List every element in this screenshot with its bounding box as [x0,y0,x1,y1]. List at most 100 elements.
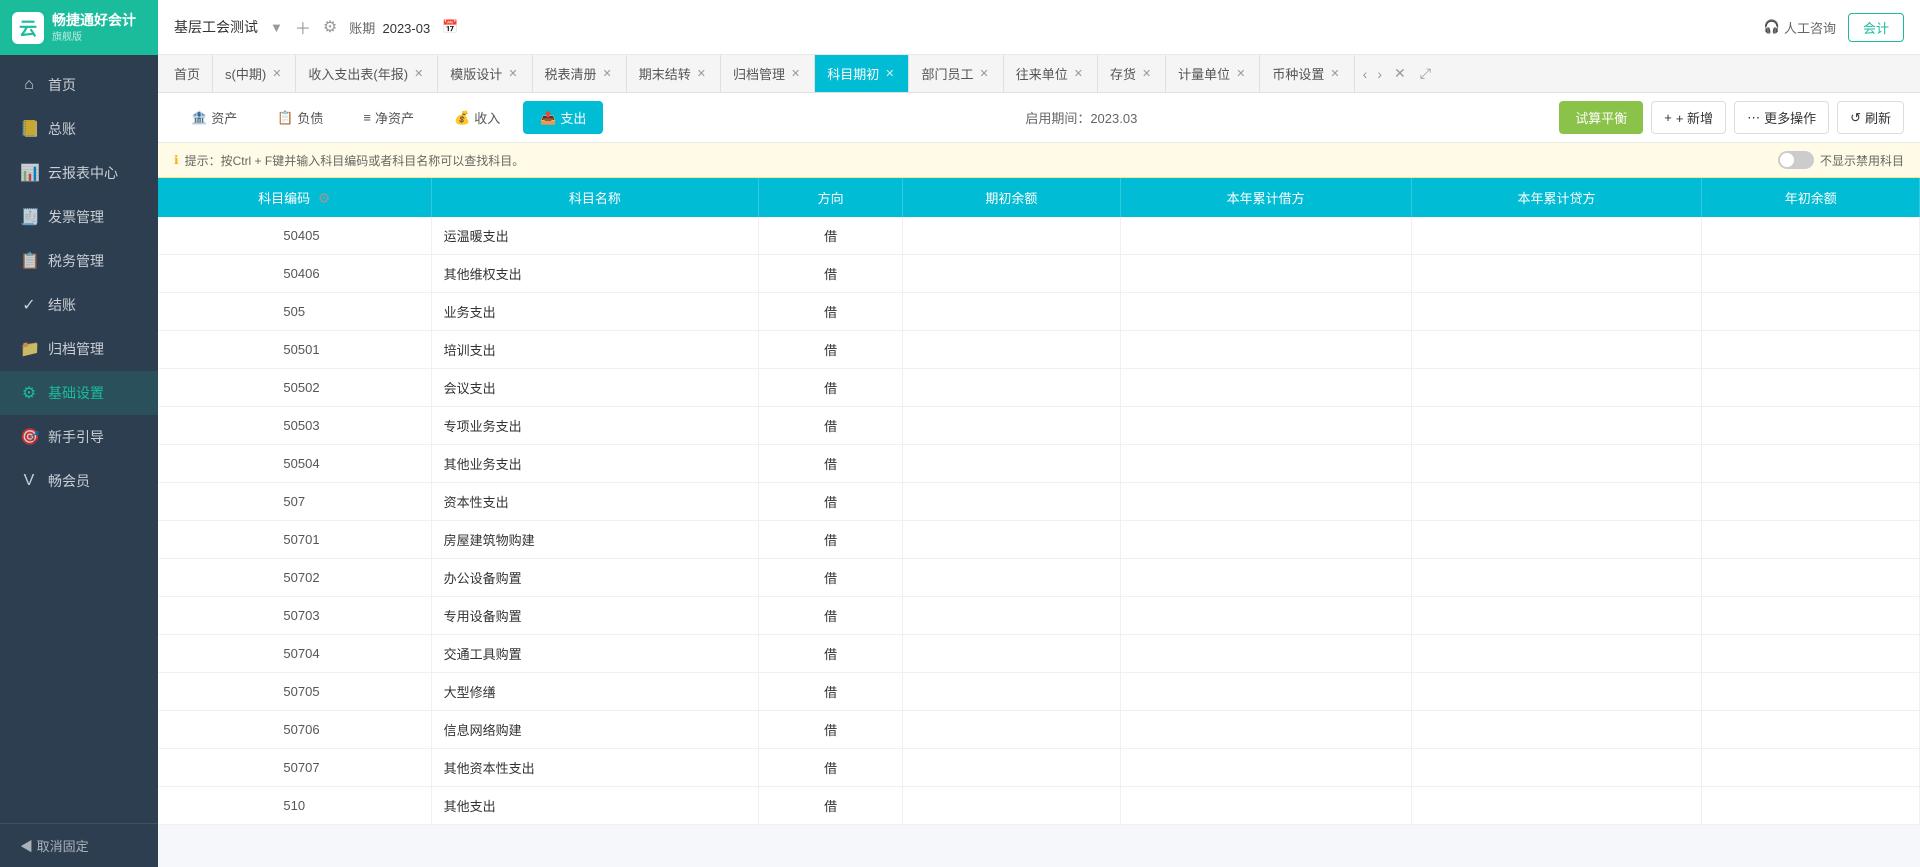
calendar-icon[interactable]: 📅 [442,19,458,35]
app-logo: 云 畅捷通好会计 旗舰版 [0,0,158,55]
sidebar-item-member[interactable]: V畅会员 [0,459,158,503]
account-button[interactable]: 会计 [1848,13,1904,42]
tab-customer[interactable]: 往来单位✕ [1004,55,1098,93]
cell-name-1: 其他维权支出 [431,255,759,293]
cell-year-balance-14 [1702,749,1920,787]
tab-scroll-right-icon[interactable]: › [1373,64,1386,84]
cell-name-2: 业务支出 [431,293,759,331]
table-row[interactable]: 50405 运温暖支出 借 [158,217,1920,255]
tab-dept[interactable]: 部门员工✕ [909,55,1003,93]
company-dropdown-icon[interactable]: ▼ [270,20,283,35]
table-row[interactable]: 50501 培训支出 借 [158,331,1920,369]
tab-close-subject_init[interactable]: ✕ [883,67,896,80]
tab-close-inventory[interactable]: ✕ [1140,67,1153,80]
tab-income[interactable]: 收入支出表(年报)✕ [296,55,438,93]
table-row[interactable]: 50502 会议支出 借 [158,369,1920,407]
cell-ytd-debit-8 [1120,521,1411,559]
table-row[interactable]: 50706 信息网络购建 借 [158,711,1920,749]
tab-scroll-left-icon[interactable]: ‹ [1359,64,1372,84]
tab-close-archive[interactable]: ✕ [789,67,802,80]
balance-button[interactable]: 试算平衡 [1559,101,1643,134]
tab-home[interactable]: 首页 [162,55,213,93]
nav-icon-settings: ⚙ [20,383,38,403]
cell-direction-4: 借 [759,369,903,407]
cell-ytd-credit-0 [1411,217,1702,255]
table-row[interactable]: 507 资本性支出 借 [158,483,1920,521]
tab-label-archive: 归档管理 [733,64,785,83]
tab-close-all-icon[interactable]: ✕ [1388,63,1412,84]
cell-ytd-credit-9 [1411,559,1702,597]
sidebar-item-guide[interactable]: 🎯新手引导 [0,415,158,459]
cell-ytd-credit-13 [1411,711,1702,749]
table-row[interactable]: 50707 其他资本性支出 借 [158,749,1920,787]
table-row[interactable]: 505 业务支出 借 [158,293,1920,331]
subtab-liability[interactable]: 📋负债 [260,101,340,134]
sidebar-item-report[interactable]: 📊云报表中心 [0,151,158,195]
table-row[interactable]: 50704 交通工具购置 借 [158,635,1920,673]
table-row[interactable]: 510 其他支出 借 [158,787,1920,825]
sidebar-item-settle[interactable]: ✓结账 [0,283,158,327]
tab-close-tax[interactable]: ✕ [601,67,614,80]
subtab-label-asset: 资产 [211,108,237,127]
tab-close-template[interactable]: ✕ [506,67,519,80]
cell-direction-15: 借 [759,787,903,825]
sidebar-item-ledger[interactable]: 📒总账 [0,107,158,151]
cell-period-balance-3 [903,331,1120,369]
cell-name-15: 其他支出 [431,787,759,825]
sidebar-collapse-button[interactable]: ◀ 取消固定 [0,823,158,867]
tab-period[interactable]: s(中期)✕ [213,55,296,93]
tab-tax[interactable]: 税表清册✕ [533,55,627,93]
more-button[interactable]: ⋯ 更多操作 [1734,101,1829,134]
table-row[interactable]: 50705 大型修缮 借 [158,673,1920,711]
cell-code-13: 50706 [158,711,431,749]
subtab-expense[interactable]: 📤支出 [523,101,603,134]
refresh-button[interactable]: ↺ 刷新 [1837,101,1904,134]
tab-close-dept[interactable]: ✕ [977,67,990,80]
sidebar-item-invoice[interactable]: 🧾发票管理 [0,195,158,239]
cell-ytd-debit-10 [1120,597,1411,635]
column-settings-icon[interactable]: ⚙ [318,190,331,206]
table-row[interactable]: 50703 专用设备购置 借 [158,597,1920,635]
tab-expand-icon[interactable]: ⤢ [1414,63,1437,84]
tab-label-template: 模版设计 [450,64,502,83]
tab-template[interactable]: 模版设计 ✕ [438,55,532,93]
tab-close-period_end[interactable]: ✕ [695,67,708,80]
sidebar-item-archive[interactable]: 📁归档管理 [0,327,158,371]
cell-name-13: 信息网络购建 [431,711,759,749]
cell-period-balance-15 [903,787,1120,825]
cell-ytd-credit-15 [1411,787,1702,825]
tab-period_end[interactable]: 期末结转✕ [627,55,721,93]
cell-direction-6: 借 [759,445,903,483]
table-row[interactable]: 50701 房屋建筑物购建 借 [158,521,1920,559]
workspace-settings-icon[interactable]: ⚙ [323,17,337,37]
tab-close-customer[interactable]: ✕ [1072,67,1085,80]
sidebar-item-tax[interactable]: 📋税务管理 [0,239,158,283]
table-scroll[interactable]: 科目编码 ⚙科目名称方向期初余额本年累计借方本年累计贷方年初余额 50405 运… [158,178,1920,867]
headset-icon: 🎧 [1764,19,1780,35]
table-row[interactable]: 50503 专项业务支出 借 [158,407,1920,445]
tab-close-currency[interactable]: ✕ [1328,67,1341,80]
tab-unit[interactable]: 计量单位 ✕ [1166,55,1260,93]
table-row[interactable]: 50406 其他维权支出 借 [158,255,1920,293]
add-workspace-icon[interactable]: ＋ [295,15,311,39]
sidebar-item-settings[interactable]: ⚙基础设置 [0,371,158,415]
tab-inventory[interactable]: 存货✕ [1098,55,1166,93]
tab-archive[interactable]: 归档管理 ✕ [721,55,815,93]
tab-close-period[interactable]: ✕ [270,67,283,80]
subtab-income[interactable]: 💰收入 [437,101,517,134]
tab-label-unit: 计量单位 [1178,64,1230,83]
tab-close-unit[interactable]: ✕ [1234,67,1247,80]
tab-currency[interactable]: 币种设置✕ [1260,55,1354,93]
subtab-asset[interactable]: 🏦资产 [174,101,254,134]
tab-subject_init[interactable]: 科目期初✕ [815,55,909,93]
service-button[interactable]: 🎧 人工咨询 [1764,18,1836,37]
cell-ytd-debit-13 [1120,711,1411,749]
col-code-label: 科目编码 [258,191,310,206]
disabled-toggle[interactable] [1778,151,1814,169]
subtab-net_asset[interactable]: ≡净资产 [346,101,431,134]
add-button[interactable]: + + 新增 [1651,101,1726,134]
sidebar-item-home[interactable]: ⌂首页 [0,63,158,107]
table-row[interactable]: 50504 其他业务支出 借 [158,445,1920,483]
table-row[interactable]: 50702 办公设备购置 借 [158,559,1920,597]
tab-close-income[interactable]: ✕ [412,67,425,80]
